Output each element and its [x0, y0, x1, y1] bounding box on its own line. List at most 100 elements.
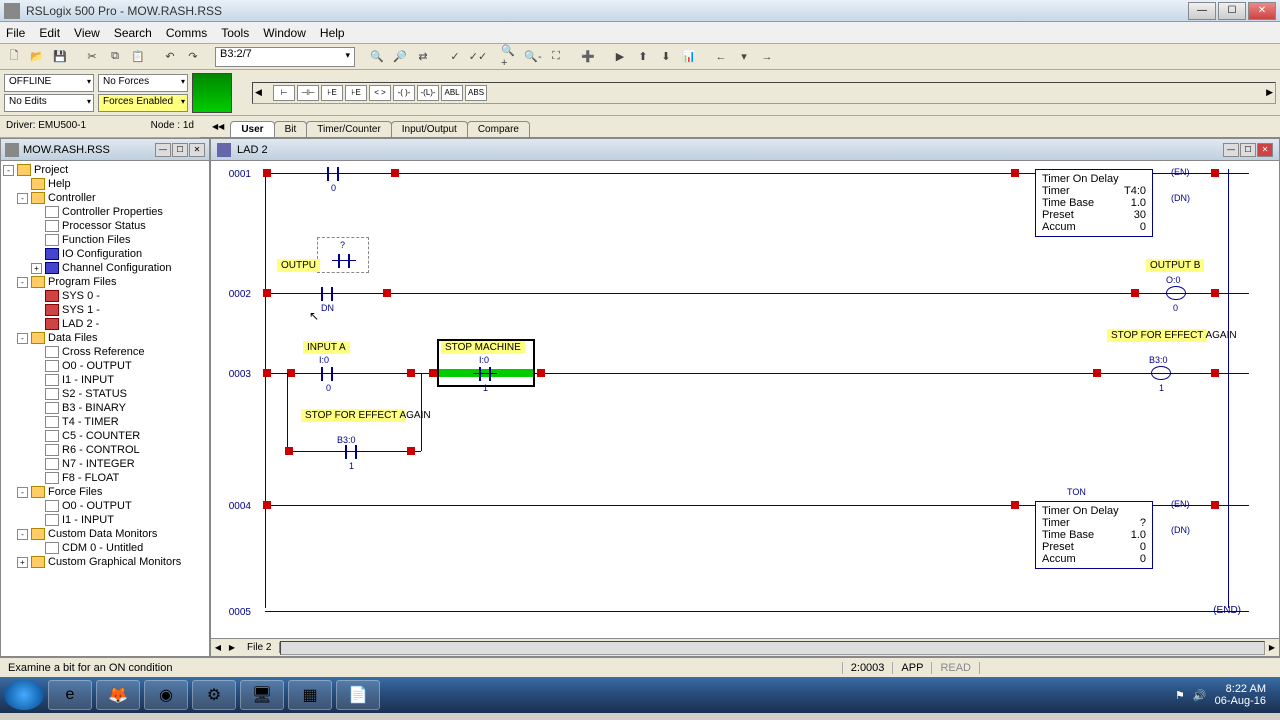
timer-block-2[interactable]: Timer On Delay Timer? Time Base1.0 Prese…	[1035, 501, 1153, 569]
tree-n7[interactable]: N7 - INTEGER	[62, 458, 135, 470]
tree-project[interactable]: Project	[34, 164, 68, 176]
coil-output-b[interactable]	[1166, 286, 1186, 300]
tree-close-icon[interactable]: ✕	[189, 143, 205, 157]
tree-ctlprops[interactable]: Controller Properties	[62, 206, 163, 218]
taskbar-notepad-icon[interactable]: 📄	[336, 680, 380, 710]
online-status[interactable]: OFFLINE	[4, 74, 94, 92]
ladder-close-icon[interactable]: ✕	[1257, 143, 1273, 157]
tree-s2[interactable]: S2 - STATUS	[62, 388, 127, 400]
taskbar-firefox-icon[interactable]: 🦊	[96, 680, 140, 710]
tab-timer[interactable]: Timer/Counter	[306, 121, 392, 137]
tree-fo0[interactable]: O0 - OUTPUT	[62, 500, 132, 512]
tree-lad2[interactable]: LAD 2 -	[62, 318, 99, 330]
menu-view[interactable]: View	[74, 26, 100, 40]
verify-icon[interactable]: ✓	[445, 47, 465, 67]
abs-icon[interactable]: ABS	[465, 85, 487, 101]
taskbar-rslogix-icon[interactable]: ▦	[288, 680, 332, 710]
fit-icon[interactable]: ⛶	[546, 47, 566, 67]
menu-comms[interactable]: Comms	[166, 26, 207, 40]
maximize-button[interactable]: ☐	[1218, 2, 1246, 20]
back-icon[interactable]: ←	[711, 47, 731, 67]
menu-search[interactable]: Search	[114, 26, 152, 40]
xic-icon[interactable]: ⊦E	[321, 85, 343, 101]
redo-icon[interactable]: ↷	[183, 47, 203, 67]
scroll-right-icon[interactable]: ▶	[1265, 643, 1279, 652]
ladder-min-icon[interactable]: —	[1223, 143, 1239, 157]
histogram-icon[interactable]: 📊	[679, 47, 699, 67]
otl-icon[interactable]: -(L)-	[417, 85, 439, 101]
replace-icon[interactable]: ⇄	[413, 47, 433, 67]
close-button[interactable]: ✕	[1248, 2, 1276, 20]
edits-status[interactable]: No Edits	[4, 94, 94, 112]
tree-min-icon[interactable]: —	[155, 143, 171, 157]
menu-file[interactable]: File	[6, 26, 25, 40]
file-tab[interactable]: File 2	[239, 642, 280, 653]
cut-icon[interactable]: ✂	[82, 47, 102, 67]
system-tray[interactable]: ⚑ 🔊 8:22 AM 06-Aug-16	[1175, 683, 1276, 707]
tree-cdm[interactable]: Custom Data Monitors	[48, 528, 157, 540]
forward-icon[interactable]: →	[757, 47, 777, 67]
upload-icon[interactable]: ⬆	[633, 47, 653, 67]
menu-edit[interactable]: Edit	[39, 26, 60, 40]
tray-volume-icon[interactable]: 🔊	[1193, 689, 1207, 702]
taskbar-ie-icon[interactable]: e	[48, 680, 92, 710]
tab-prev-icon[interactable]: ◀	[211, 643, 225, 652]
address-combo[interactable]: B3:2/7	[215, 47, 355, 67]
start-button[interactable]	[4, 680, 44, 710]
ladder-canvas[interactable]: 0001 0 Timer On Delay TimerT4:0 Time Bas…	[211, 161, 1279, 638]
zoom-in-icon[interactable]: 🔍+	[500, 47, 520, 67]
osr-icon[interactable]: < >	[369, 85, 391, 101]
save-icon[interactable]: 💾	[50, 47, 70, 67]
tree-sys1[interactable]: SYS 1 -	[62, 304, 100, 316]
tab-compare[interactable]: Compare	[467, 121, 530, 137]
tree-max-icon[interactable]: ☐	[172, 143, 188, 157]
tray-flag-icon[interactable]: ⚑	[1175, 689, 1185, 702]
tree-xref[interactable]: Cross Reference	[62, 346, 145, 358]
zoom-out-icon[interactable]: 🔍-	[523, 47, 543, 67]
new-rung-icon[interactable]: ➕	[578, 47, 598, 67]
forces-enabled[interactable]: Forces Enabled	[98, 94, 188, 112]
taskbar-app2-icon[interactable]: 🖥	[240, 680, 284, 710]
copy-icon[interactable]: ⧉	[105, 47, 125, 67]
tree-datafiles[interactable]: Data Files	[48, 332, 98, 344]
paste-icon[interactable]: 📋	[128, 47, 148, 67]
tree-cgm[interactable]: Custom Graphical Monitors	[48, 556, 181, 568]
tree-progfiles[interactable]: Program Files	[48, 276, 116, 288]
tree-sys0[interactable]: SYS 0 -	[62, 290, 100, 302]
tree-c5[interactable]: C5 - COUNTER	[62, 430, 140, 442]
find-icon[interactable]: 🔍	[367, 47, 387, 67]
go-online-icon[interactable]: ▶	[610, 47, 630, 67]
tree-fi1[interactable]: I1 - INPUT	[62, 514, 114, 526]
tree-help[interactable]: Help	[48, 178, 71, 190]
tree-o0[interactable]: O0 - OUTPUT	[62, 360, 132, 372]
tree-t4[interactable]: T4 - TIMER	[62, 416, 119, 428]
menu-window[interactable]: Window	[263, 26, 306, 40]
tree-f8[interactable]: F8 - FLOAT	[62, 472, 119, 484]
project-tree[interactable]: -Project Help -Controller Controller Pro…	[1, 161, 209, 656]
tree-procstat[interactable]: Processor Status	[62, 220, 146, 232]
tree-ioconfig[interactable]: IO Configuration	[62, 248, 142, 260]
timer-block-1[interactable]: Timer On Delay TimerT4:0 Time Base1.0 Pr…	[1035, 169, 1153, 237]
download-icon[interactable]: ⬇	[656, 47, 676, 67]
history-icon[interactable]: ▾	[734, 47, 754, 67]
hscroll[interactable]	[280, 641, 1265, 655]
new-icon[interactable]: 🗋	[4, 47, 24, 67]
tab-bit[interactable]: Bit	[274, 121, 308, 137]
tree-forcefiles[interactable]: Force Files	[48, 486, 102, 498]
ote-icon[interactable]: -( )-	[393, 85, 415, 101]
menu-help[interactable]: Help	[320, 26, 345, 40]
menu-tools[interactable]: Tools	[221, 26, 249, 40]
undo-icon[interactable]: ↶	[160, 47, 180, 67]
branch-icon[interactable]: ⊣⊢	[297, 85, 319, 101]
rung-icon[interactable]: ⊢	[273, 85, 295, 101]
tree-chanconfig[interactable]: Channel Configuration	[62, 262, 171, 274]
tab-next-icon[interactable]: ▶	[225, 643, 239, 652]
open-icon[interactable]: 📂	[27, 47, 47, 67]
tree-b3[interactable]: B3 - BINARY	[62, 402, 126, 414]
taskbar-app1-icon[interactable]: ⚙	[192, 680, 236, 710]
tree-r6[interactable]: R6 - CONTROL	[62, 444, 140, 456]
tree-funcfiles[interactable]: Function Files	[62, 234, 130, 246]
minimize-button[interactable]: —	[1188, 2, 1216, 20]
tab-io[interactable]: Input/Output	[391, 121, 468, 137]
verify-all-icon[interactable]: ✓✓	[468, 47, 488, 67]
